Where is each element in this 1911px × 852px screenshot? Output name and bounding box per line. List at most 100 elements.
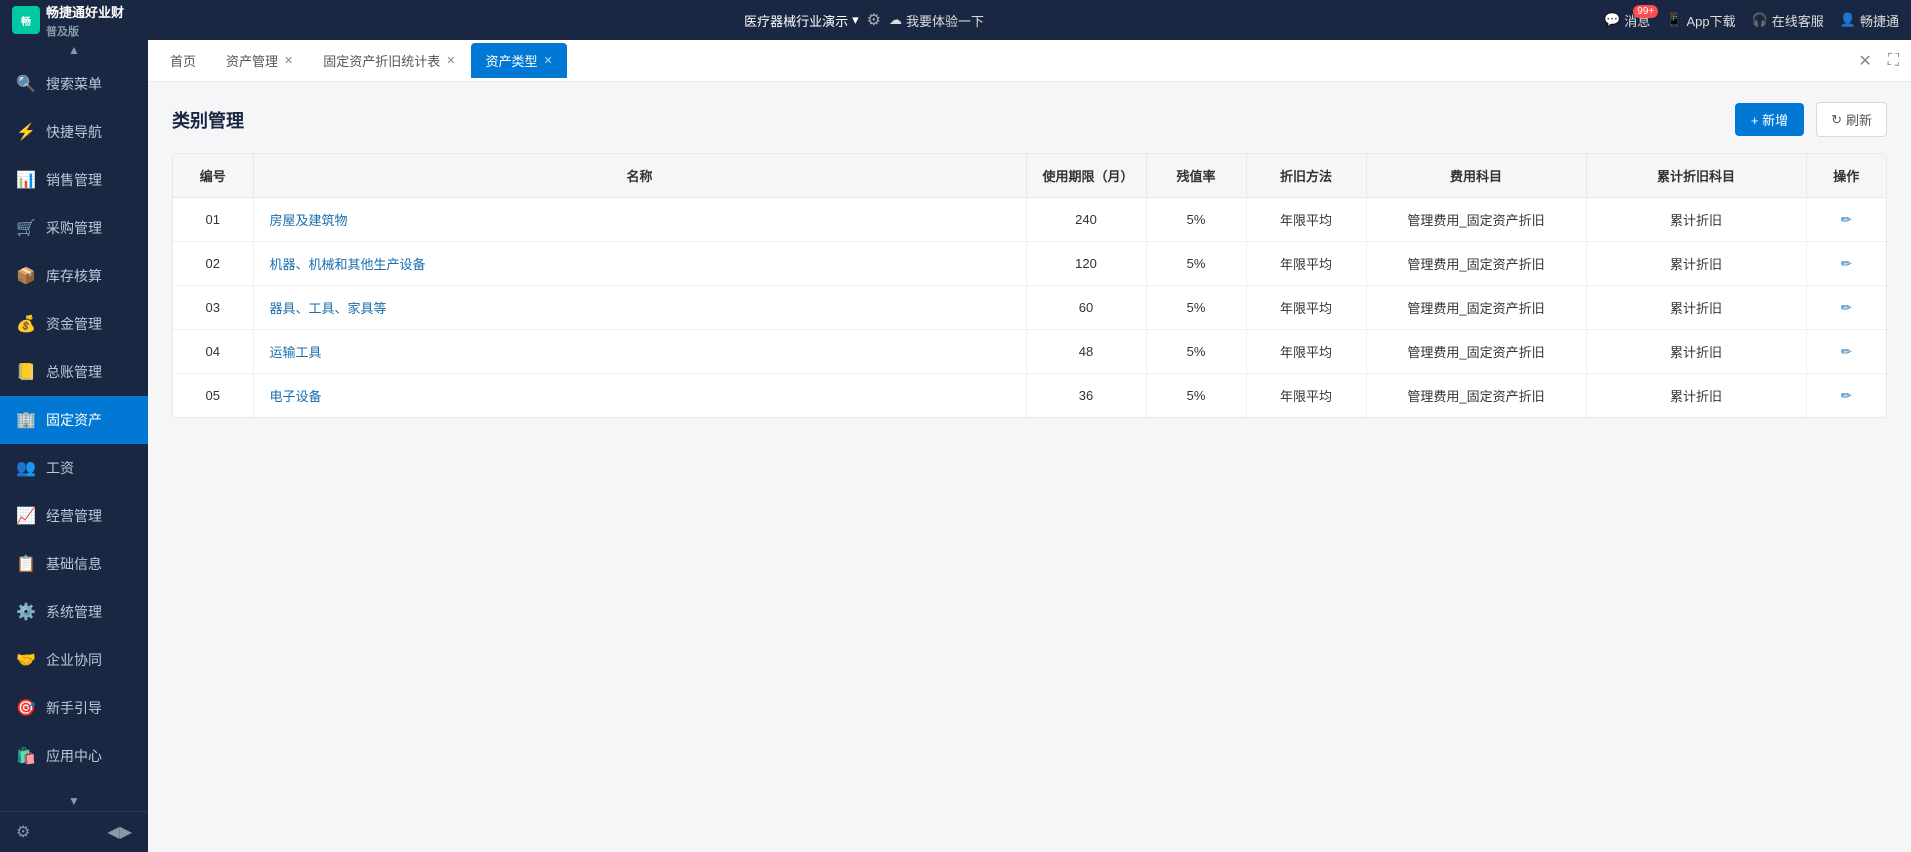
online-service-button[interactable]: 🎧 在线客服 bbox=[1752, 11, 1824, 30]
user-label: 畅捷通 bbox=[1860, 11, 1899, 30]
cell-residual: 5% bbox=[1146, 374, 1246, 418]
cell-period: 48 bbox=[1026, 330, 1146, 374]
edit-button[interactable]: ✏ bbox=[1806, 286, 1886, 330]
sidebar-item-sales[interactable]: 📊 销售管理 bbox=[0, 156, 148, 204]
sidebar-item-label: 系统管理 bbox=[46, 602, 102, 622]
th-period: 使用期限（月） bbox=[1026, 154, 1146, 198]
sidebar-scroll-down[interactable]: ▼ bbox=[0, 791, 148, 811]
cell-expense: 管理费用_固定资产折旧 bbox=[1366, 286, 1586, 330]
tab-asset-mgmt-close[interactable]: ✕ bbox=[284, 54, 293, 67]
sidebar-item-general[interactable]: 📒 总账管理 bbox=[0, 348, 148, 396]
table-container: 编号 名称 使用期限（月） 残值率 折旧方法 费用科目 累计折旧科目 操作 01… bbox=[172, 153, 1887, 418]
cell-period: 36 bbox=[1026, 374, 1146, 418]
table-row: 03 器具、工具、家具等 60 5% 年限平均 管理费用_固定资产折旧 累计折旧… bbox=[173, 286, 1886, 330]
top-bar-left: 畅 畅捷通好业财 普及版 bbox=[12, 2, 124, 39]
sidebar-item-purchase[interactable]: 🛒 采购管理 bbox=[0, 204, 148, 252]
experience-label: 我要体验一下 bbox=[906, 11, 984, 30]
tab-asset-mgmt[interactable]: 资产管理 ✕ bbox=[212, 43, 307, 78]
sidebar-item-basicinfo[interactable]: 📋 基础信息 bbox=[0, 540, 148, 588]
logo-icon: 畅 bbox=[12, 6, 40, 34]
cell-method: 年限平均 bbox=[1246, 242, 1366, 286]
tab-depreciation[interactable]: 固定资产折旧统计表 ✕ bbox=[309, 43, 469, 78]
quicknav-icon: ⚡ bbox=[16, 122, 36, 142]
tab-asset-type-close[interactable]: ✕ bbox=[544, 54, 553, 67]
user-icon: 👤 bbox=[1840, 12, 1856, 28]
cell-residual: 5% bbox=[1146, 286, 1246, 330]
phone-icon: 📱 bbox=[1666, 12, 1682, 28]
table-body: 01 房屋及建筑物 240 5% 年限平均 管理费用_固定资产折旧 累计折旧 ✏… bbox=[173, 198, 1886, 418]
tab-asset-type-label: 资产类型 bbox=[485, 51, 537, 70]
company-selector[interactable]: 医疗器械行业演示 ▾ bbox=[744, 11, 859, 30]
app-download-button[interactable]: 📱 App下载 bbox=[1666, 11, 1735, 30]
cell-accum: 累计折旧 bbox=[1586, 330, 1806, 374]
tab-asset-type[interactable]: 资产类型 ✕ bbox=[471, 43, 566, 78]
refresh-button[interactable]: ↻ 刷新 bbox=[1816, 102, 1887, 137]
maximize-window-button[interactable]: ⛶ bbox=[1884, 48, 1903, 74]
cell-name[interactable]: 运输工具 bbox=[253, 330, 1026, 374]
sidebar-item-quicknav[interactable]: ⚡ 快捷导航 bbox=[0, 108, 148, 156]
basicinfo-icon: 📋 bbox=[16, 554, 36, 574]
sidebar-item-operation[interactable]: 📈 经营管理 bbox=[0, 492, 148, 540]
cell-name[interactable]: 房屋及建筑物 bbox=[253, 198, 1026, 242]
sidebar-item-inventory[interactable]: 📦 库存核算 bbox=[0, 252, 148, 300]
sidebar-item-label: 采购管理 bbox=[46, 218, 102, 238]
cell-id: 02 bbox=[173, 242, 253, 286]
th-id: 编号 bbox=[173, 154, 253, 198]
tab-depreciation-close[interactable]: ✕ bbox=[446, 54, 455, 67]
cell-accum: 累计折旧 bbox=[1586, 374, 1806, 418]
experience-button[interactable]: ☁ 我要体验一下 bbox=[889, 11, 984, 30]
th-accum: 累计折旧科目 bbox=[1586, 154, 1806, 198]
sidebar-item-capital[interactable]: 💰 资金管理 bbox=[0, 300, 148, 348]
sidebar-item-search[interactable]: 🔍 搜索菜单 bbox=[0, 60, 148, 108]
sidebar-item-system[interactable]: ⚙️ 系统管理 bbox=[0, 588, 148, 636]
tab-depreciation-label: 固定资产折旧统计表 bbox=[323, 51, 440, 70]
message-badge: 99+ bbox=[1633, 5, 1658, 18]
cell-name[interactable]: 机器、机械和其他生产设备 bbox=[253, 242, 1026, 286]
sidebar-item-enterprise[interactable]: 🤝 企业协同 bbox=[0, 636, 148, 684]
cell-name[interactable]: 器具、工具、家具等 bbox=[253, 286, 1026, 330]
gear-button[interactable]: ⚙ bbox=[867, 10, 881, 30]
cell-period: 60 bbox=[1026, 286, 1146, 330]
tab-home[interactable]: 首页 bbox=[156, 43, 210, 78]
edit-button[interactable]: ✏ bbox=[1806, 330, 1886, 374]
th-expense: 费用科目 bbox=[1366, 154, 1586, 198]
page-header: 类别管理 + 新增 ↻ 刷新 bbox=[172, 102, 1887, 137]
category-table: 编号 名称 使用期限（月） 残值率 折旧方法 费用科目 累计折旧科目 操作 01… bbox=[173, 154, 1886, 417]
user-button[interactable]: 👤 畅捷通 bbox=[1840, 11, 1899, 30]
collapse-icon[interactable]: ◀▶ bbox=[107, 822, 132, 842]
headset-icon: 🎧 bbox=[1752, 12, 1768, 28]
cell-id: 01 bbox=[173, 198, 253, 242]
th-op: 操作 bbox=[1806, 154, 1886, 198]
chevron-up-icon: ▲ bbox=[68, 43, 80, 57]
sidebar-item-appmarket[interactable]: 🛍️ 应用中心 bbox=[0, 732, 148, 780]
message-button[interactable]: 💬 消息 99+ bbox=[1604, 11, 1650, 30]
edit-button[interactable]: ✏ bbox=[1806, 198, 1886, 242]
close-window-button[interactable]: ✕ bbox=[1854, 47, 1875, 75]
cell-residual: 5% bbox=[1146, 198, 1246, 242]
tab-bar-right: ✕ ⛶ bbox=[1854, 47, 1903, 75]
chevron-down-icon: ▾ bbox=[852, 12, 859, 28]
sidebar-item-wage[interactable]: 👥 工资 bbox=[0, 444, 148, 492]
sidebar-item-label: 基础信息 bbox=[46, 554, 102, 574]
cell-residual: 5% bbox=[1146, 242, 1246, 286]
page-actions: + 新增 ↻ 刷新 bbox=[1735, 102, 1887, 137]
sidebar-item-fixed[interactable]: 🏢 固定资产 bbox=[0, 396, 148, 444]
cell-name[interactable]: 电子设备 bbox=[253, 374, 1026, 418]
app-version: 普及版 bbox=[46, 23, 124, 39]
cell-accum: 累计折旧 bbox=[1586, 242, 1806, 286]
new-button[interactable]: + 新增 bbox=[1735, 103, 1804, 136]
cell-expense: 管理费用_固定资产折旧 bbox=[1366, 198, 1586, 242]
tab-bar: 首页 资产管理 ✕ 固定资产折旧统计表 ✕ 资产类型 ✕ ✕ ⛶ bbox=[148, 40, 1911, 82]
edit-button[interactable]: ✏ bbox=[1806, 242, 1886, 286]
edit-button[interactable]: ✏ bbox=[1806, 374, 1886, 418]
sidebar-scroll-up[interactable]: ▲ bbox=[0, 40, 148, 60]
settings-icon[interactable]: ⚙ bbox=[16, 822, 30, 842]
sidebar-item-label: 快捷导航 bbox=[46, 122, 102, 142]
sidebar-item-label: 搜索菜单 bbox=[46, 74, 102, 94]
cell-id: 04 bbox=[173, 330, 253, 374]
chevron-down-icon: ▼ bbox=[68, 794, 80, 808]
cell-expense: 管理费用_固定资产折旧 bbox=[1366, 330, 1586, 374]
sidebar-item-guide[interactable]: 🎯 新手引导 bbox=[0, 684, 148, 732]
sidebar-item-label: 总账管理 bbox=[46, 362, 102, 382]
cell-method: 年限平均 bbox=[1246, 374, 1366, 418]
